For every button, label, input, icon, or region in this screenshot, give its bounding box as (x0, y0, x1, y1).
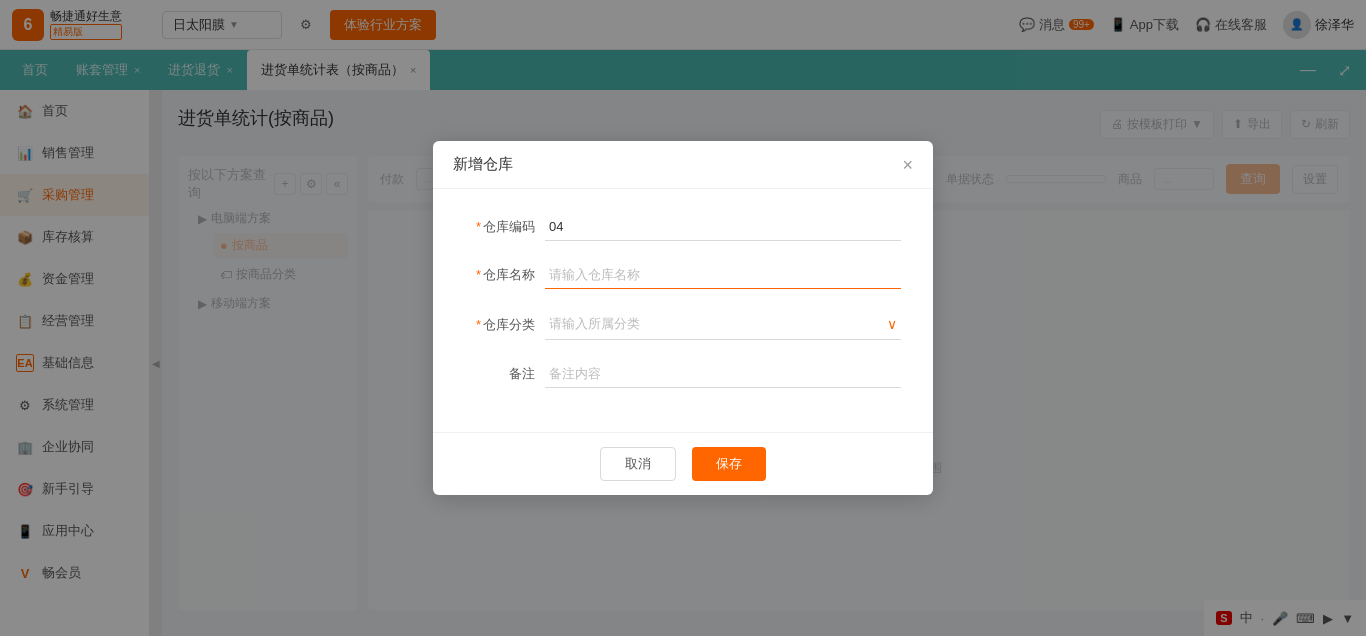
form-row-code: 仓库编码 (465, 213, 901, 241)
modal-close-button[interactable]: × (902, 156, 913, 174)
category-arrow-icon: ∨ (887, 316, 897, 332)
note-input[interactable] (545, 360, 901, 388)
form-row-name: 仓库名称 (465, 261, 901, 289)
name-label: 仓库名称 (465, 266, 545, 284)
name-input[interactable] (545, 261, 901, 289)
modal-overlay[interactable]: 新增仓库 × 仓库编码 仓库名称 仓库分类 请输入所属分类 ∨ (0, 0, 1366, 636)
modal-add-warehouse: 新增仓库 × 仓库编码 仓库名称 仓库分类 请输入所属分类 ∨ (433, 141, 933, 495)
note-label: 备注 (465, 365, 545, 383)
modal-footer: 取消 保存 (433, 432, 933, 495)
category-label: 仓库分类 (465, 316, 545, 334)
modal-title: 新增仓库 (453, 155, 513, 174)
category-placeholder: 请输入所属分类 (549, 315, 887, 333)
form-row-note: 备注 (465, 360, 901, 388)
code-input[interactable] (545, 213, 901, 241)
modal-header: 新增仓库 × (433, 141, 933, 189)
category-select[interactable]: 请输入所属分类 ∨ (545, 309, 901, 340)
modal-body: 仓库编码 仓库名称 仓库分类 请输入所属分类 ∨ 备注 (433, 189, 933, 432)
cancel-button[interactable]: 取消 (600, 447, 676, 481)
code-label: 仓库编码 (465, 218, 545, 236)
save-button[interactable]: 保存 (692, 447, 766, 481)
form-row-category: 仓库分类 请输入所属分类 ∨ (465, 309, 901, 340)
